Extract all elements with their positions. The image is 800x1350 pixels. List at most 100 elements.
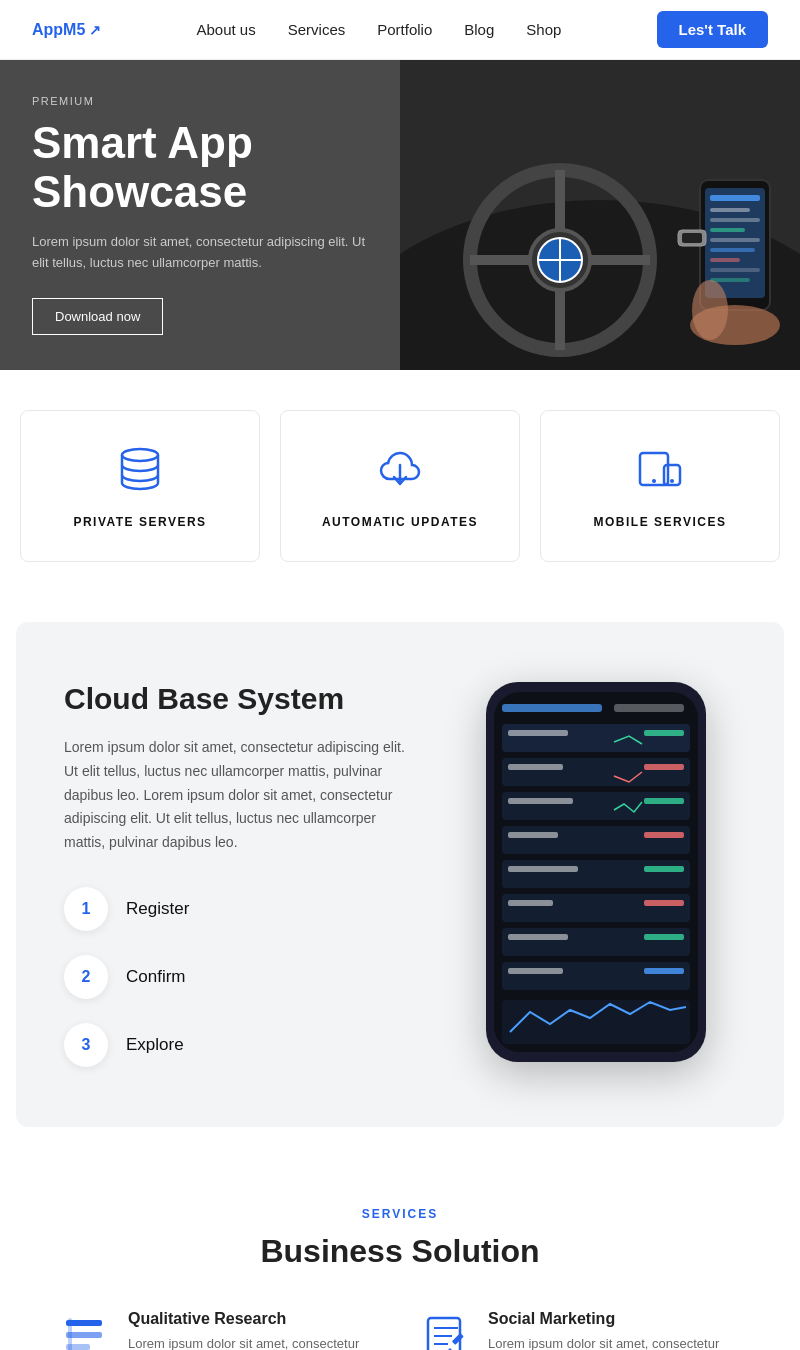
hero-photo: [400, 60, 800, 370]
features-section: PRIVATE SERVERS AUTOMATIC UPDATES MOBILE…: [0, 370, 800, 602]
svg-rect-48: [502, 860, 690, 888]
step-1: 1 Register: [64, 887, 416, 931]
svg-rect-18: [710, 248, 755, 252]
nav-links: About us Services Portfolio Blog Shop: [196, 21, 561, 38]
svg-rect-38: [644, 730, 684, 736]
svg-rect-36: [502, 724, 690, 752]
svg-rect-20: [710, 268, 760, 272]
step-1-label: Register: [126, 899, 189, 919]
phone-mockup: [486, 682, 706, 1062]
step-1-number: 1: [64, 887, 108, 931]
social-marketing-title: Social Marketing: [488, 1310, 740, 1328]
feature-private-servers-label: PRIVATE SERVERS: [73, 515, 206, 529]
services-section: SERVICES Business Solution Qualitative R…: [0, 1147, 800, 1350]
nav-portfolio[interactable]: Portfolio: [377, 21, 432, 38]
svg-rect-47: [644, 832, 684, 838]
hero-premium-label: PREMIUM: [32, 95, 368, 107]
svg-point-31: [652, 479, 656, 483]
svg-rect-40: [508, 764, 563, 770]
nav-blog[interactable]: Blog: [464, 21, 494, 38]
cloud-title: Cloud Base System: [64, 682, 416, 716]
svg-rect-13: [710, 195, 760, 201]
svg-rect-59: [644, 968, 684, 974]
svg-rect-52: [508, 900, 553, 906]
logo-text: AppM5: [32, 21, 85, 39]
svg-rect-44: [644, 798, 684, 804]
svg-point-23: [692, 280, 728, 340]
step-2-number: 2: [64, 955, 108, 999]
feature-automatic-updates-label: AUTOMATIC UPDATES: [322, 515, 478, 529]
services-grid: Qualitative Research Lorem ipsum dolor s…: [32, 1310, 768, 1350]
svg-rect-35: [614, 704, 684, 712]
svg-rect-21: [710, 278, 750, 282]
social-marketing-desc: Lorem ipsum dolor sit amet, consectetur …: [488, 1334, 740, 1350]
svg-rect-25: [682, 233, 702, 243]
hero-image: [400, 60, 800, 370]
svg-rect-64: [68, 1318, 72, 1350]
service-qualitative-text: Qualitative Research Lorem ipsum dolor s…: [128, 1310, 380, 1350]
svg-rect-50: [644, 866, 684, 872]
svg-rect-58: [508, 968, 563, 974]
svg-rect-43: [508, 798, 573, 804]
hero-title: Smart App Showcase: [32, 119, 368, 216]
svg-rect-56: [644, 934, 684, 940]
svg-rect-37: [508, 730, 568, 736]
hero-description: Lorem ipsum dolor sit amet, consectetur …: [32, 232, 368, 274]
lets-talk-button[interactable]: Les't Talk: [657, 11, 768, 48]
qualitative-research-desc: Lorem ipsum dolor sit amet, consectetur …: [128, 1334, 380, 1350]
svg-rect-55: [508, 934, 568, 940]
step-2-label: Confirm: [126, 967, 186, 987]
step-3-number: 3: [64, 1023, 108, 1067]
devices-icon: [634, 443, 686, 499]
svg-rect-45: [502, 826, 690, 854]
svg-rect-42: [502, 792, 690, 820]
nav-shop[interactable]: Shop: [526, 21, 561, 38]
logo[interactable]: AppM5 ↗: [32, 21, 101, 39]
download-button[interactable]: Download now: [32, 298, 163, 335]
svg-point-32: [670, 479, 674, 483]
svg-rect-66: [428, 1318, 460, 1350]
svg-rect-46: [508, 832, 558, 838]
cloud-section: Cloud Base System Lorem ipsum dolor sit …: [16, 622, 784, 1127]
steps-list: 1 Register 2 Confirm 3 Explore: [64, 887, 416, 1067]
svg-rect-15: [710, 218, 760, 222]
feature-private-servers: PRIVATE SERVERS: [20, 410, 260, 562]
phone-screen: [494, 692, 698, 1052]
svg-rect-19: [710, 258, 740, 262]
navbar: AppM5 ↗ About us Services Portfolio Blog…: [0, 0, 800, 60]
cloud-download-icon: [374, 443, 426, 499]
feature-mobile-services: MOBILE SERVICES: [540, 410, 780, 562]
feature-mobile-services-label: MOBILE SERVICES: [594, 515, 727, 529]
hero-section: PREMIUM Smart App Showcase Lorem ipsum d…: [0, 60, 800, 370]
cloud-left: Cloud Base System Lorem ipsum dolor sit …: [64, 682, 416, 1067]
svg-rect-53: [644, 900, 684, 906]
social-marketing-icon: [420, 1310, 472, 1350]
svg-rect-14: [710, 208, 750, 212]
svg-rect-39: [502, 758, 690, 786]
svg-rect-49: [508, 866, 578, 872]
svg-rect-17: [710, 238, 760, 242]
services-section-label: SERVICES: [32, 1207, 768, 1221]
svg-rect-51: [502, 894, 690, 922]
step-3-label: Explore: [126, 1035, 184, 1055]
svg-rect-70: [452, 1333, 464, 1345]
svg-rect-54: [502, 928, 690, 956]
hero-text: PREMIUM Smart App Showcase Lorem ipsum d…: [0, 60, 400, 370]
service-social-text: Social Marketing Lorem ipsum dolor sit a…: [488, 1310, 740, 1350]
services-title: Business Solution: [32, 1233, 768, 1270]
step-2: 2 Confirm: [64, 955, 416, 999]
nav-about[interactable]: About us: [196, 21, 255, 38]
svg-rect-34: [502, 704, 602, 712]
feature-automatic-updates: AUTOMATIC UPDATES: [280, 410, 520, 562]
svg-rect-41: [644, 764, 684, 770]
qualitative-research-title: Qualitative Research: [128, 1310, 380, 1328]
cloud-right: [456, 682, 736, 1062]
step-3: 3 Explore: [64, 1023, 416, 1067]
service-social-marketing: Social Marketing Lorem ipsum dolor sit a…: [420, 1310, 740, 1350]
logo-arrow: ↗: [89, 22, 101, 38]
cloud-description: Lorem ipsum dolor sit amet, consectetur …: [64, 736, 416, 855]
database-icon: [114, 443, 166, 499]
qualitative-research-icon: [60, 1310, 112, 1350]
nav-services[interactable]: Services: [288, 21, 346, 38]
service-qualitative-research: Qualitative Research Lorem ipsum dolor s…: [60, 1310, 380, 1350]
